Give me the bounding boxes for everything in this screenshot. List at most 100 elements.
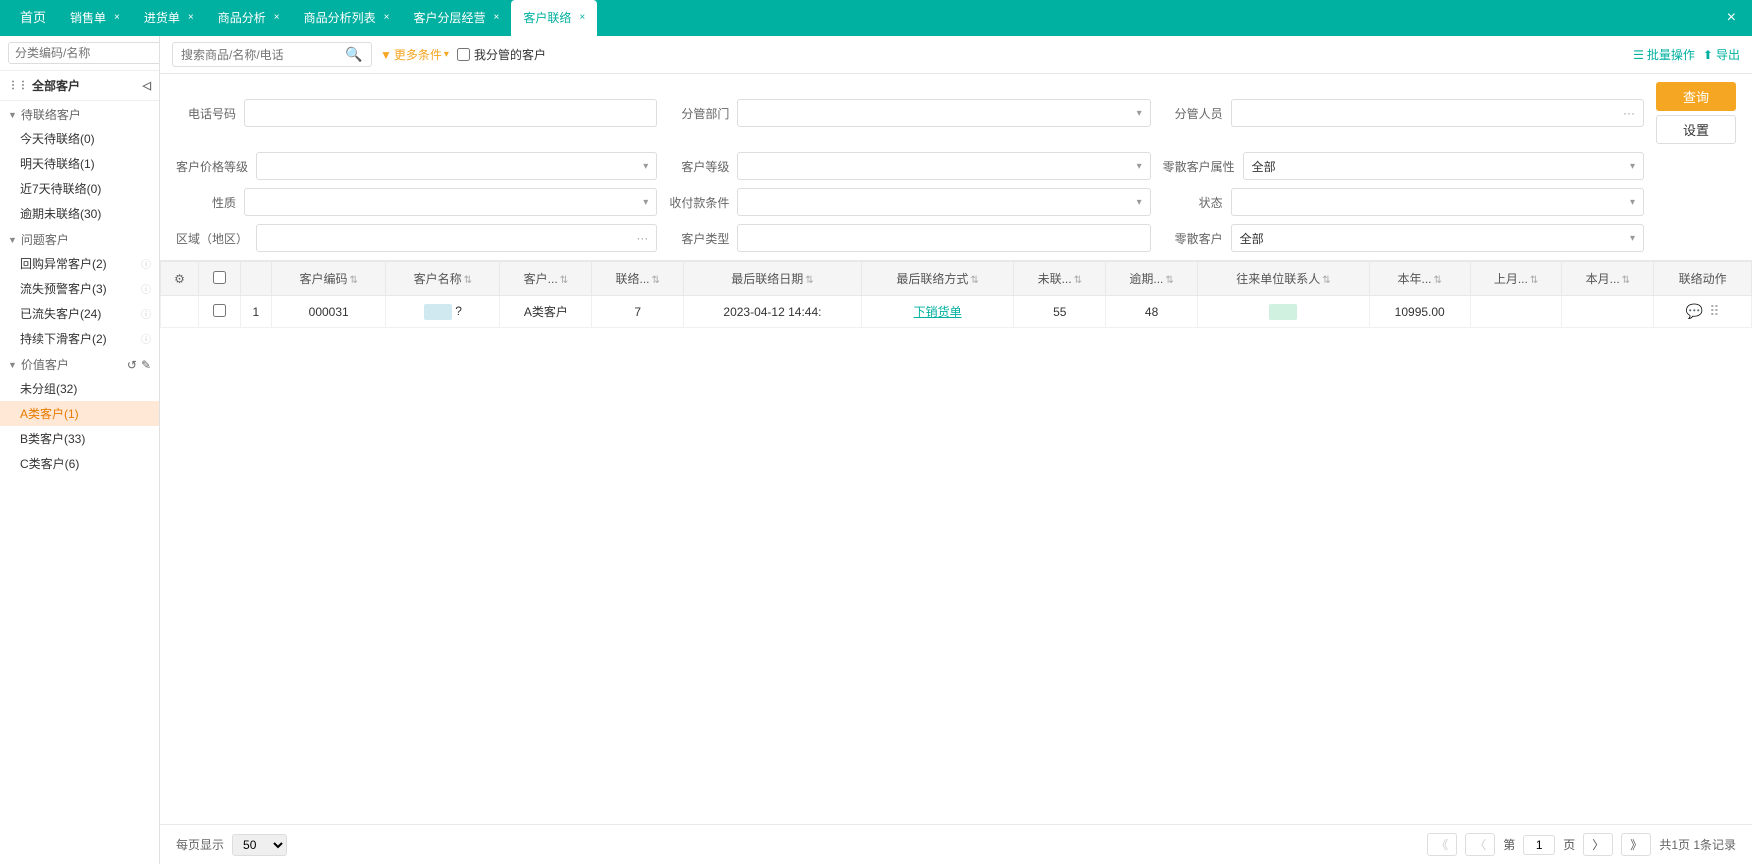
filter-manager-input[interactable]: ··· [1231,99,1644,127]
last-contact-link[interactable]: 下销货单 [914,305,962,319]
th-sort-method: ⇅ [970,275,978,286]
pagination-prev-button[interactable]: 〈 [1465,833,1495,856]
select-all-checkbox[interactable] [213,271,226,284]
sidebar-group-value[interactable]: ▼ 价值客户 ↺ ✎ [0,351,159,376]
sidebar-item-a-class[interactable]: A类客户(1) [0,401,159,426]
row-checkbox[interactable] [213,304,226,317]
filter-phone-label: 电话号码 [176,105,236,122]
export-button[interactable]: ⬆ 导出 [1703,46,1740,63]
th-customer-type[interactable]: 客户...⇅ [500,262,592,296]
filter-payment-select[interactable]: ▾ [737,188,1150,216]
pagination-next-button[interactable]: 〉 [1583,833,1613,856]
close-all-button[interactable]: × [1719,9,1744,27]
query-button[interactable]: 查询 [1656,82,1736,111]
sidebar-all-customers[interactable]: ⋮⋮ 全部客户 ◁ [0,71,159,101]
sidebar-collapse-icon[interactable]: ◁ [143,79,151,92]
filter-phone-input[interactable] [244,99,657,127]
pagination-first-button[interactable]: 《 [1427,833,1457,856]
pagination-last-button[interactable]: 》 [1621,833,1651,856]
refresh-icon[interactable]: ↺ [127,358,137,372]
th-name[interactable]: 客户名称⇅ [386,262,500,296]
td-last-method[interactable]: 下销货单 [861,296,1014,328]
close-tab-analysis[interactable]: × [274,0,280,36]
filter-customer-level-select[interactable]: ▾ [737,152,1150,180]
bulk-ops-button[interactable]: ☰ 批量操作 [1633,46,1695,63]
filter-dept-select[interactable]: ▾ [737,99,1150,127]
edit-icon[interactable]: ✎ [141,358,151,372]
th-checkbox[interactable] [199,262,241,296]
adv-filter-row-3: 性质 ▾ 收付款条件 ▾ 状态 ▾ [176,188,1736,216]
td-row-actions: 💬 ⠿ [1654,296,1752,328]
filter-retail-attr-label: 零散客户属性 [1163,158,1235,175]
sidebar-search-input[interactable] [8,42,160,64]
filter-more-button[interactable]: ▼ 更多条件 ▾ [380,46,449,63]
nav-tab-purchase[interactable]: 进货单 × [132,0,206,36]
sidebar-item-churned[interactable]: 已流失客户(24) ⓘ [0,301,159,326]
nav-tab-analysis-list[interactable]: 商品分析列表 × [292,0,402,36]
th-this-year[interactable]: 本年...⇅ [1369,262,1470,296]
retail-customer-arrow-icon: ▾ [1630,233,1635,244]
filter-my-customers[interactable]: 我分管的客户 [457,46,546,63]
sidebar-group-pending[interactable]: ▼ 待联络客户 [0,101,159,126]
sidebar-item-b-class[interactable]: B类客户(33) [0,426,159,451]
page-number-input[interactable] [1523,835,1555,855]
filter-search-box[interactable]: 🔍 [172,42,372,67]
filter-price-level-select[interactable]: ▾ [256,152,657,180]
sidebar-group-problem[interactable]: ▼ 问题客户 [0,226,159,251]
my-customers-checkbox[interactable] [457,48,470,61]
sidebar-item-declining[interactable]: 持续下滑客户(2) ⓘ [0,326,159,351]
sidebar-item-c-class[interactable]: C类客户(6) [0,451,159,476]
info-icon-churned: ⓘ [141,306,151,321]
nav-tab-customer-contact[interactable]: 客户联络 × [511,0,597,36]
per-page-select[interactable]: 50 100 200 [232,834,287,856]
td-checkbox[interactable] [199,296,241,328]
close-tab-salesorder[interactable]: × [114,0,120,36]
th-overdue[interactable]: 逾期...⇅ [1106,262,1198,296]
td-name: ? [386,296,500,328]
sidebar-item-7days[interactable]: 近7天待联络(0) [0,176,159,201]
bulk-ops-icon: ☰ [1633,48,1644,62]
filter-search-input[interactable] [181,48,341,62]
close-tab-customer-contact[interactable]: × [579,0,585,36]
qr-icon[interactable]: ⠿ [1709,303,1719,320]
sidebar-item-today[interactable]: 今天待联络(0) [0,126,159,151]
th-code[interactable]: 客户编码⇅ [272,262,386,296]
sidebar-item-churn-warning[interactable]: 流失预警客户(3) ⓘ [0,276,159,301]
filter-nature-select[interactable]: ▾ [244,188,657,216]
filter-search-icon[interactable]: 🔍 [345,46,362,63]
th-last-month[interactable]: 上月...⇅ [1470,262,1562,296]
close-tab-purchase[interactable]: × [188,0,194,36]
th-this-month[interactable]: 本月...⇅ [1562,262,1654,296]
filter-retail-attr-select[interactable]: 全部▾ [1243,152,1644,180]
chat-icon[interactable]: 💬 [1686,303,1703,320]
sidebar-group-value-actions: ↺ ✎ [127,358,151,372]
th-settings[interactable]: ⚙ [161,262,199,296]
th-last-contact-date[interactable]: 最后联络日期⇅ [684,262,862,296]
sidebar-item-repurchase-abnormal[interactable]: 回购异常客户(2) ⓘ [0,251,159,276]
filter-customer-type-input[interactable] [737,224,1150,252]
th-last-contact-method[interactable]: 最后联络方式⇅ [861,262,1014,296]
status-arrow-icon: ▾ [1630,197,1635,208]
sidebar-item-overdue[interactable]: 逾期未联络(30) [0,201,159,226]
filter-dept: 分管部门 ▾ [669,99,1162,127]
nav-tab-analysis[interactable]: 商品分析 × [206,0,292,36]
sidebar-item-ungrouped[interactable]: 未分组(32) [0,376,159,401]
sidebar-group-value-triangle: ▼ [8,360,17,370]
th-no-contact[interactable]: 未联...⇅ [1014,262,1106,296]
th-company-contact[interactable]: 往来单位联系人⇅ [1198,262,1370,296]
setting-button[interactable]: 设置 [1656,115,1736,144]
th-actions: 联络动作 [1654,262,1752,296]
sidebar-item-tomorrow[interactable]: 明天待联络(1) [0,151,159,176]
filter-region-input[interactable]: ··· [256,224,657,252]
nav-tab-customer-ops[interactable]: 客户分层经营 × [401,0,511,36]
filter-retail-customer-select[interactable]: 全部▾ [1231,224,1644,252]
close-tab-analysis-list[interactable]: × [384,0,390,36]
filter-status-select[interactable]: ▾ [1231,188,1644,216]
filter-customer-level-label: 客户等级 [669,158,729,175]
nav-home[interactable]: 首页 [8,0,58,36]
close-tab-customer-ops[interactable]: × [493,0,499,36]
content-area: 🔍 ▼ 更多条件 ▾ 我分管的客户 ☰ 批量操作 ⬆ 导出 [160,36,1752,864]
nav-tab-salesorder[interactable]: 销售单 × [58,0,132,36]
filter-payment: 收付款条件 ▾ [669,188,1162,216]
th-contact-count[interactable]: 联络...⇅ [592,262,684,296]
